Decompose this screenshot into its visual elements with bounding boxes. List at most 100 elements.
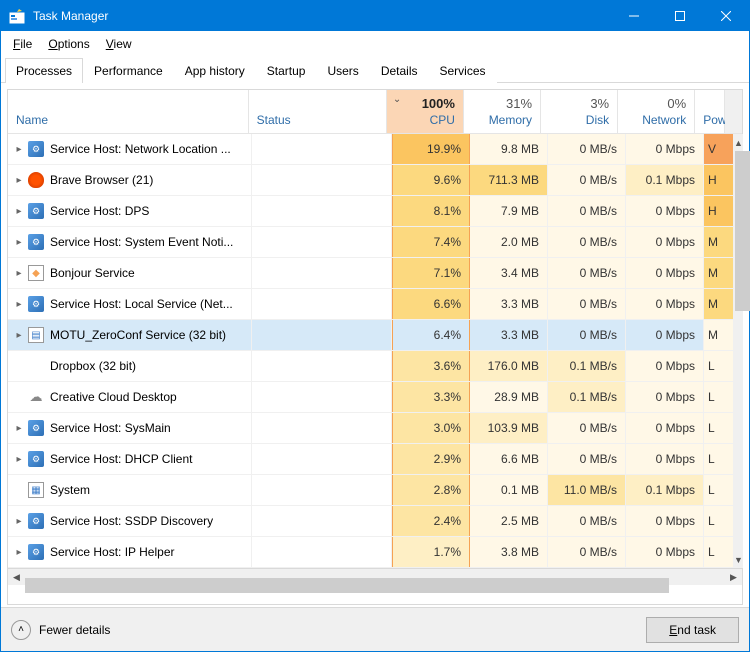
horizontal-scrollbar[interactable]: ◀ ▶ — [8, 568, 742, 585]
tab-services[interactable]: Services — [429, 58, 497, 83]
sort-desc-icon: ⌄ — [393, 94, 401, 105]
scrollbar-thumb[interactable] — [735, 151, 750, 311]
table-row[interactable]: ▸Brave Browser (21)9.6%711.3 MB0 MB/s0.1… — [8, 165, 734, 196]
network-cell: 0 Mbps — [626, 196, 704, 226]
tab-app-history[interactable]: App history — [174, 58, 256, 83]
tab-performance[interactable]: Performance — [83, 58, 174, 83]
memory-cell: 3.3 MB — [470, 289, 548, 319]
table-row[interactable]: System2.8%0.1 MB11.0 MB/s0.1 MbpsL — [8, 475, 734, 506]
svc-icon — [28, 544, 44, 560]
cpu-cell: 8.1% — [392, 196, 470, 226]
memory-cell: 7.9 MB — [470, 196, 548, 226]
process-name: Service Host: System Event Noti... — [50, 235, 233, 249]
svc-icon — [28, 141, 44, 157]
power-cell: L — [704, 444, 734, 474]
table-row[interactable]: ▸Service Host: Local Service (Net...6.6%… — [8, 289, 734, 320]
process-name: System — [50, 483, 90, 497]
status-cell — [252, 351, 392, 381]
menu-file[interactable]: File — [5, 34, 40, 54]
disk-cell: 11.0 MB/s — [548, 475, 626, 505]
power-cell: H — [704, 165, 734, 195]
table-row[interactable]: ▸Service Host: System Event Noti...7.4%2… — [8, 227, 734, 258]
cpu-cell: 19.9% — [392, 134, 470, 164]
cpu-cell: 9.6% — [392, 165, 470, 195]
scroll-left-icon[interactable]: ◀ — [8, 569, 25, 586]
tab-users[interactable]: Users — [316, 58, 369, 83]
power-cell: L — [704, 351, 734, 381]
network-cell: 0 Mbps — [626, 413, 704, 443]
status-cell — [252, 413, 392, 443]
table-row[interactable]: ▸Service Host: DPS8.1%7.9 MB0 MB/s0 Mbps… — [8, 196, 734, 227]
tab-details[interactable]: Details — [370, 58, 429, 83]
scroll-right-icon[interactable]: ▶ — [725, 569, 742, 586]
col-power[interactable]: Pow — [695, 90, 725, 133]
expand-icon[interactable]: ▸ — [12, 268, 26, 279]
expand-icon[interactable]: ▸ — [12, 516, 26, 527]
blank-icon — [28, 358, 44, 374]
expand-icon[interactable]: ▸ — [12, 423, 26, 434]
memory-cell: 0.1 MB — [470, 475, 548, 505]
close-button[interactable] — [703, 1, 749, 31]
table-row[interactable]: ▸Service Host: IP Helper1.7%3.8 MB0 MB/s… — [8, 537, 734, 568]
power-cell: L — [704, 475, 734, 505]
cpu-cell: 3.0% — [392, 413, 470, 443]
expand-icon[interactable]: ▸ — [12, 175, 26, 186]
col-name[interactable]: Name — [8, 90, 249, 133]
table-row[interactable]: ▸MOTU_ZeroConf Service (32 bit)6.4%3.3 M… — [8, 320, 734, 351]
col-disk[interactable]: 3%Disk — [541, 90, 618, 133]
col-status[interactable]: Status — [249, 90, 387, 133]
end-task-button[interactable]: End task — [646, 617, 739, 643]
scrollbar-thumb-h[interactable] — [25, 578, 669, 593]
expand-icon[interactable]: ▸ — [12, 144, 26, 155]
table-row[interactable]: ▸Bonjour Service7.1%3.4 MB0 MB/s0 MbpsM — [8, 258, 734, 289]
table-row[interactable]: ▸Service Host: DHCP Client2.9%6.6 MB0 MB… — [8, 444, 734, 475]
cc-icon — [28, 389, 44, 405]
col-cpu[interactable]: ⌄ 100%CPU — [387, 90, 464, 133]
maximize-button[interactable] — [657, 1, 703, 31]
expand-icon[interactable]: ▸ — [12, 299, 26, 310]
sys-icon — [28, 482, 44, 498]
network-cell: 0 Mbps — [626, 382, 704, 412]
scroll-up-icon[interactable]: ▲ — [734, 134, 743, 151]
expand-icon[interactable]: ▸ — [12, 454, 26, 465]
process-name: Brave Browser (21) — [50, 173, 153, 187]
tab-startup[interactable]: Startup — [256, 58, 317, 83]
process-name: Dropbox (32 bit) — [50, 359, 136, 373]
process-name: Service Host: IP Helper — [50, 545, 175, 559]
menu-options[interactable]: Options — [40, 34, 97, 54]
col-memory[interactable]: 31%Memory — [464, 90, 541, 133]
footer: ˄ Fewer details End task — [1, 607, 749, 651]
table-row[interactable]: ▸Service Host: SysMain3.0%103.9 MB0 MB/s… — [8, 413, 734, 444]
expand-icon[interactable]: ▸ — [12, 330, 26, 341]
vertical-scrollbar[interactable]: ▲ ▼ — [734, 134, 743, 568]
process-name: Service Host: SysMain — [50, 421, 171, 435]
col-network[interactable]: 0%Network — [618, 90, 695, 133]
memory-cell: 3.4 MB — [470, 258, 548, 288]
process-name: Service Host: Local Service (Net... — [50, 297, 233, 311]
expand-icon[interactable]: ▸ — [12, 206, 26, 217]
menu-view[interactable]: View — [98, 34, 140, 54]
network-cell: 0 Mbps — [626, 227, 704, 257]
table-row[interactable]: Dropbox (32 bit)3.6%176.0 MB0.1 MB/s0 Mb… — [8, 351, 734, 382]
network-cell: 0 Mbps — [626, 444, 704, 474]
power-cell: L — [704, 506, 734, 536]
status-cell — [252, 444, 392, 474]
memory-cell: 2.5 MB — [470, 506, 548, 536]
table-row[interactable]: ▸Service Host: Network Location ...19.9%… — [8, 134, 734, 165]
menubar: File Options View — [1, 31, 749, 57]
network-cell: 0 Mbps — [626, 351, 704, 381]
scroll-down-icon[interactable]: ▼ — [734, 551, 743, 568]
table-row[interactable]: ▸Service Host: SSDP Discovery2.4%2.5 MB0… — [8, 506, 734, 537]
expand-icon[interactable]: ▸ — [12, 547, 26, 558]
disk-cell: 0 MB/s — [548, 134, 626, 164]
tabstrip: ProcessesPerformanceApp historyStartupUs… — [1, 57, 749, 83]
titlebar[interactable]: Task Manager — [1, 1, 749, 31]
tab-processes[interactable]: Processes — [5, 58, 83, 83]
fewer-details-toggle[interactable]: ˄ Fewer details — [11, 620, 110, 640]
expand-icon[interactable]: ▸ — [12, 237, 26, 248]
disk-cell: 0 MB/s — [548, 227, 626, 257]
table-row[interactable]: Creative Cloud Desktop3.3%28.9 MB0.1 MB/… — [8, 382, 734, 413]
minimize-button[interactable] — [611, 1, 657, 31]
cpu-cell: 2.9% — [392, 444, 470, 474]
memory-cell: 711.3 MB — [470, 165, 548, 195]
